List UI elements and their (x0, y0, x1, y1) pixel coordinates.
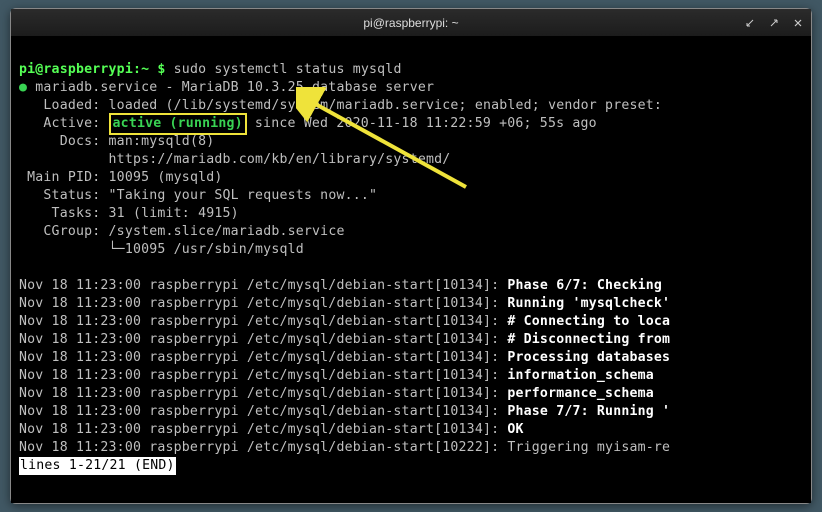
log-line: Nov 18 11:23:00 raspberrypi /etc/mysql/d… (19, 314, 670, 329)
status2-value: "Taking your SQL requests now..." (100, 188, 377, 203)
service-line: mariadb.service - MariaDB 10.3.25 databa… (27, 80, 434, 95)
mainpid-label: Main PID: (19, 170, 100, 185)
minimize-button[interactable] (743, 16, 757, 30)
window-title: pi@raspberrypi: ~ (363, 16, 458, 30)
active-since: since Wed 2020-11-18 11:22:59 +06; 55s a… (247, 116, 597, 131)
close-button[interactable] (791, 16, 805, 30)
log-line: Nov 18 11:23:00 raspberrypi /etc/mysql/d… (19, 296, 670, 311)
prompt-user-host: pi@raspberrypi (19, 62, 133, 77)
terminal-content[interactable]: pi@raspberrypi:~ $ sudo systemctl status… (11, 37, 811, 503)
prompt-path: :~ (133, 62, 149, 77)
log-line: Nov 18 11:23:00 raspberrypi /etc/mysql/d… (19, 422, 524, 437)
titlebar[interactable]: pi@raspberrypi: ~ (11, 9, 811, 37)
prompt-dollar: $ (157, 62, 165, 77)
log-line: Nov 18 11:23:00 raspberrypi /etc/mysql/d… (19, 368, 654, 383)
docs-value2: https://mariadb.com/kb/en/library/system… (19, 152, 450, 167)
command-text: sudo systemctl status mysqld (174, 62, 402, 77)
active-value: active (running) (113, 116, 243, 131)
tasks-label: Tasks: (19, 206, 100, 221)
log-line: Nov 18 11:23:00 raspberrypi /etc/mysql/d… (19, 386, 654, 401)
active-label: Active: (19, 116, 109, 131)
maximize-button[interactable] (767, 16, 781, 30)
loaded-value: loaded (/lib/systemd/system/mariadb.serv… (100, 98, 662, 113)
log-line: Nov 18 11:23:00 raspberrypi /etc/mysql/d… (19, 440, 670, 455)
pager-status: lines 1-21/21 (END) (19, 457, 176, 475)
cgroup-tree: └─10095 /usr/sbin/mysqld (19, 242, 304, 257)
status2-label: Status: (19, 188, 100, 203)
terminal-window: pi@raspberrypi: ~ pi@raspberrypi:~ $ sud… (10, 8, 812, 504)
log-line: Nov 18 11:23:00 raspberrypi /etc/mysql/d… (19, 332, 670, 347)
cgroup-label: CGroup: (19, 224, 100, 239)
mainpid-value: 10095 (mysqld) (100, 170, 222, 185)
log-line: Nov 18 11:23:00 raspberrypi /etc/mysql/d… (19, 350, 670, 365)
window-controls (743, 16, 805, 30)
status-bullet: ● (19, 80, 27, 95)
loaded-label: Loaded: (19, 98, 100, 113)
highlight-rectangle: active (running) (109, 113, 247, 135)
docs-label: Docs: (19, 134, 100, 149)
cgroup-value: /system.slice/mariadb.service (100, 224, 344, 239)
log-line: Nov 18 11:23:00 raspberrypi /etc/mysql/d… (19, 404, 670, 419)
tasks-value: 31 (limit: 4915) (100, 206, 238, 221)
log-line: Nov 18 11:23:00 raspberrypi /etc/mysql/d… (19, 278, 662, 293)
docs-value1: man:mysqld(8) (100, 134, 214, 149)
